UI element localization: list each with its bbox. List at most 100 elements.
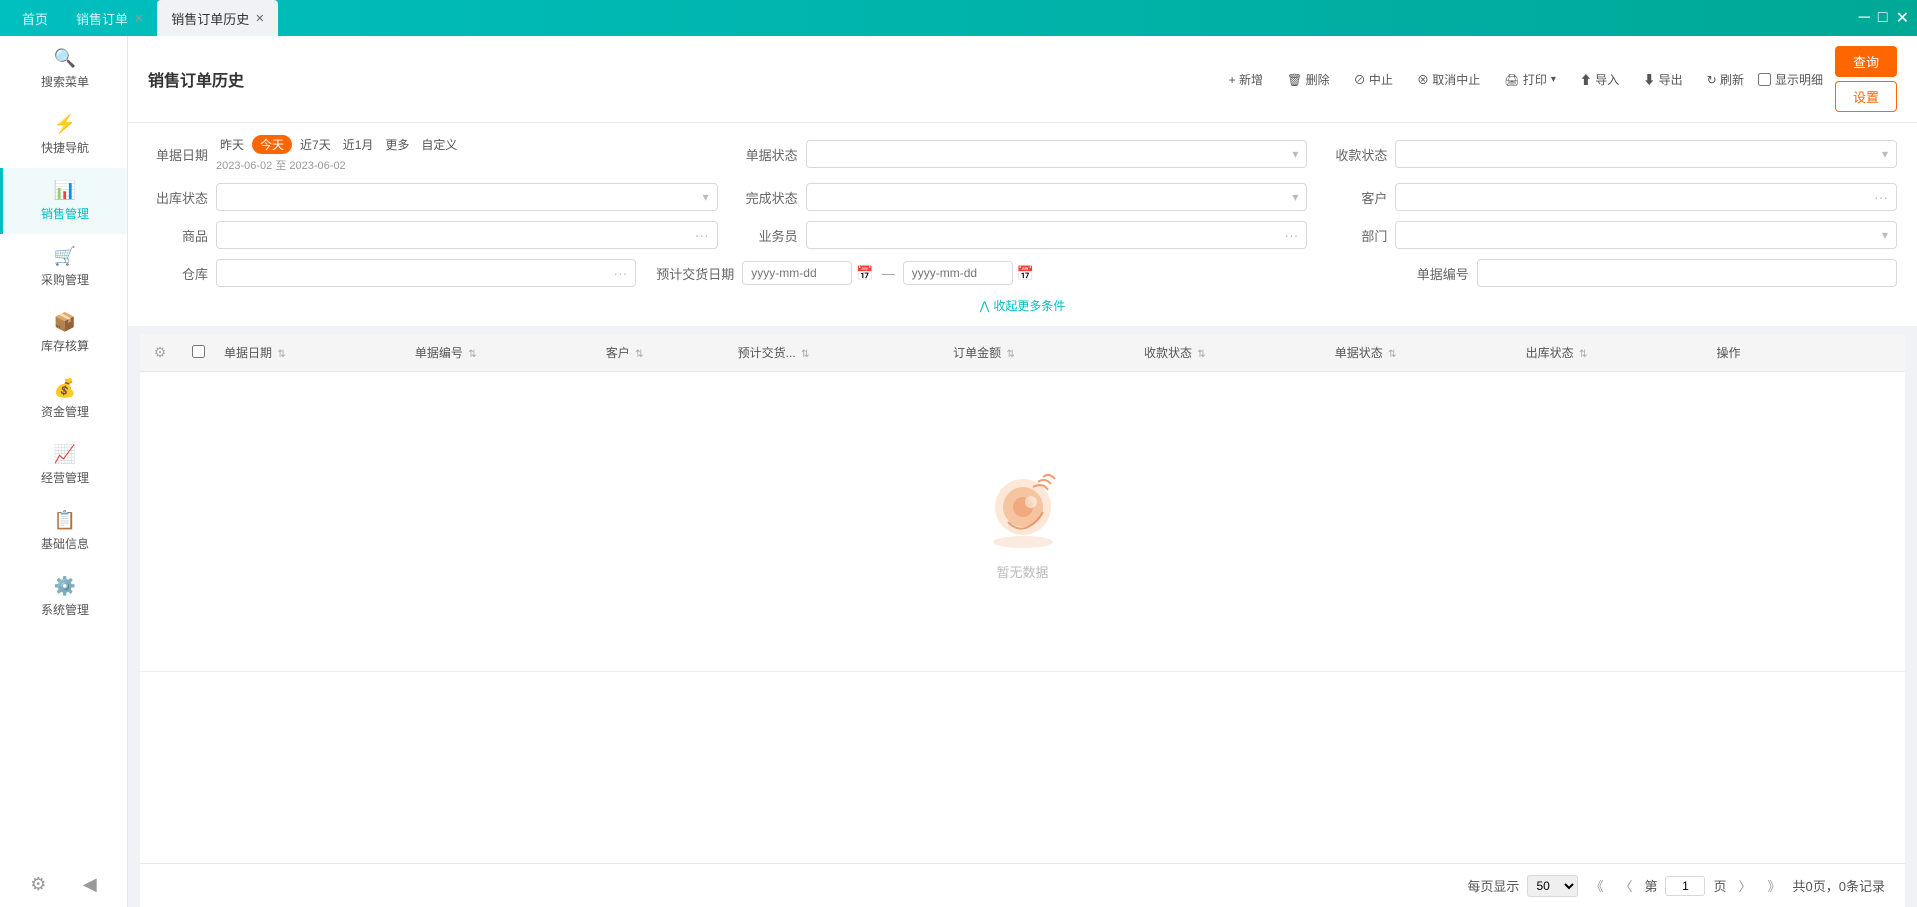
sort-date[interactable]: ⇅ xyxy=(277,349,285,360)
stop-button[interactable]: ⊘ 中止 xyxy=(1344,66,1403,93)
order-no-control[interactable] xyxy=(1477,259,1897,287)
date-7days[interactable]: 近7天 xyxy=(296,135,335,154)
settings-button[interactable]: 设置 xyxy=(1835,81,1897,112)
bill-status-control[interactable]: ▾ xyxy=(806,140,1308,168)
th-out-status: 出库状态 ⇅ xyxy=(1518,334,1709,372)
date-custom[interactable]: 自定义 xyxy=(417,135,461,154)
first-page-btn[interactable]: 《 xyxy=(1586,874,1607,897)
per-page-select[interactable]: 50 10 20 100 xyxy=(1527,875,1578,897)
query-button[interactable]: 查询 xyxy=(1835,46,1897,77)
table-header-row: ⚙ 单据日期 ⇅ 单据编号 ⇅ xyxy=(140,334,1905,372)
goods-label: 商品 xyxy=(148,226,208,245)
tab-home[interactable]: 首页 xyxy=(8,0,62,36)
export-button[interactable]: ⬇ 导出 xyxy=(1633,66,1692,93)
window-close-btn[interactable]: ✕ xyxy=(1896,8,1909,28)
calendar-to-icon[interactable]: 📅 xyxy=(1017,265,1034,282)
salesman-label: 业务员 xyxy=(738,226,798,245)
sidebar-item-system-mgmt[interactable]: ⚙️ 系统管理 xyxy=(0,564,127,630)
close-tab-sales-order-history[interactable]: ✕ xyxy=(255,12,264,25)
th-amount: 订单金额 ⇅ xyxy=(945,334,1136,372)
new-button[interactable]: + 新增 xyxy=(1219,66,1273,93)
table-container: ⚙ 单据日期 ⇅ 单据编号 ⇅ xyxy=(140,334,1905,863)
sidebar-item-basic-info[interactable]: 📋 基础信息 xyxy=(0,498,127,564)
sidebar-collapse-icon[interactable]: ◀ xyxy=(83,874,97,895)
sidebar-item-finance[interactable]: 💰 资金管理 xyxy=(0,366,127,432)
finance-icon: 💰 xyxy=(54,378,76,399)
date-yesterday[interactable]: 昨天 xyxy=(216,135,248,154)
empty-row: 暂无数据 xyxy=(140,372,1905,672)
minimize-btn[interactable]: ─ xyxy=(1859,9,1870,27)
warehouse-control[interactable]: ··· xyxy=(216,259,636,287)
filter-pay-status: 收款状态 ▾ xyxy=(1327,140,1897,168)
quick-nav-icon: ⚡ xyxy=(54,114,76,135)
sidebar-bottom: ⚙ ◀ xyxy=(0,862,127,907)
table-settings-gear[interactable]: ⚙ xyxy=(154,344,167,360)
date-more[interactable]: 更多 xyxy=(381,135,413,154)
filter-date: 单据日期 昨天 今天 近7天 近1月 更多 自定义 2023-06-02 xyxy=(148,135,718,173)
delivery-date-to[interactable] xyxy=(903,261,1013,285)
warehouse-label: 仓库 xyxy=(148,264,208,283)
customer-control[interactable]: ··· xyxy=(1395,183,1897,211)
display-checkbox[interactable] xyxy=(1758,73,1771,86)
date-range-buttons: 昨天 今天 近7天 近1月 更多 自定义 xyxy=(216,135,461,154)
sort-amount[interactable]: ⇅ xyxy=(1006,349,1014,360)
content-main: ⚙ 单据日期 ⇅ 单据编号 ⇅ xyxy=(128,326,1917,907)
dept-control[interactable]: ▾ xyxy=(1395,221,1897,249)
sidebar-item-purchase-mgmt[interactable]: 🛒 采购管理 xyxy=(0,234,127,300)
date-1month[interactable]: 近1月 xyxy=(339,135,378,154)
inventory-icon: 📦 xyxy=(54,312,76,333)
date-sub-range: 2023-06-02 至 2023-06-02 xyxy=(216,157,461,173)
close-tab-sales-order[interactable]: ✕ xyxy=(134,12,143,25)
complete-status-control[interactable]: ▾ xyxy=(806,183,1308,211)
refresh-button[interactable]: ↻ 刷新 xyxy=(1697,66,1754,93)
sidebar-item-operations[interactable]: 📈 经营管理 xyxy=(0,432,127,498)
filter-delivery-date: 预计交货日期 📅 — 📅 xyxy=(656,261,1388,285)
filter-dept: 部门 ▾ xyxy=(1327,221,1897,249)
page-input[interactable] xyxy=(1665,876,1705,896)
sort-pay-status[interactable]: ⇅ xyxy=(1197,349,1205,360)
filter-warehouse: 仓库 ··· xyxy=(148,259,636,287)
select-all-checkbox[interactable] xyxy=(192,345,205,358)
sidebar-item-quick-nav[interactable]: ⚡ 快捷导航 xyxy=(0,102,127,168)
filter-bill-status: 单据状态 ▾ xyxy=(738,140,1308,168)
th-no: 单据编号 ⇅ xyxy=(407,334,598,372)
sidebar-settings-icon[interactable]: ⚙ xyxy=(30,874,46,895)
th-checkbox xyxy=(180,334,216,372)
sort-out-status[interactable]: ⇅ xyxy=(1579,349,1587,360)
calendar-from-icon[interactable]: 📅 xyxy=(856,265,873,282)
sidebar-item-sales-mgmt[interactable]: 📊 销售管理 xyxy=(0,168,127,234)
sidebar-item-search-menu[interactable]: 🔍 搜索菜单 xyxy=(0,36,127,102)
print-button[interactable]: 🖨 打印 xyxy=(1494,66,1566,93)
sort-delivery[interactable]: ⇅ xyxy=(801,349,809,360)
sort-customer[interactable]: ⇅ xyxy=(635,349,643,360)
sort-no[interactable]: ⇅ xyxy=(468,349,476,360)
collapse-button[interactable]: ⋀ 收起更多条件 xyxy=(980,297,1066,314)
import-button[interactable]: ⬆ 导入 xyxy=(1570,66,1629,93)
sidebar-item-inventory[interactable]: 📦 库存核算 xyxy=(0,300,127,366)
out-status-arrow: ▾ xyxy=(703,190,709,204)
goods-control[interactable]: ··· xyxy=(216,221,718,249)
filter-row-1: 单据日期 昨天 今天 近7天 近1月 更多 自定义 2023-06-02 xyxy=(148,135,1897,173)
delete-button[interactable]: 🗑 删除 xyxy=(1277,66,1340,93)
data-table: ⚙ 单据日期 ⇅ 单据编号 ⇅ xyxy=(140,334,1905,672)
th-customer: 客户 ⇅ xyxy=(598,334,730,372)
basic-info-icon: 📋 xyxy=(54,510,76,531)
delivery-date-from[interactable] xyxy=(742,261,852,285)
salesman-control[interactable]: ··· xyxy=(806,221,1308,249)
toolbar: + 新增 🗑 删除 ⊘ 中止 ⊗ 取消中止 🖨 打印 ⬆ 导入 ⬇ 导出 ↻ 刷… xyxy=(1219,46,1897,112)
next-page-btn[interactable]: 〉 xyxy=(1735,874,1756,897)
out-status-control[interactable]: ▾ xyxy=(216,183,718,211)
tab-sales-order-history[interactable]: 销售订单历史 ✕ xyxy=(157,0,278,36)
tab-sales-order[interactable]: 销售订单 ✕ xyxy=(62,0,157,36)
filter-goods: 商品 ··· xyxy=(148,221,718,249)
pay-status-control[interactable]: ▾ xyxy=(1395,140,1897,168)
complete-status-arrow: ▾ xyxy=(1292,190,1298,204)
sort-bill-status[interactable]: ⇅ xyxy=(1388,349,1396,360)
prev-page-btn[interactable]: 〈 xyxy=(1615,874,1636,897)
last-page-btn[interactable]: 》 xyxy=(1764,874,1785,897)
date-today-active[interactable]: 今天 xyxy=(252,135,292,154)
cancel-stop-button[interactable]: ⊗ 取消中止 xyxy=(1407,66,1490,93)
maximize-btn[interactable]: □ xyxy=(1878,9,1888,27)
display-toggle: 显示明细 xyxy=(1758,71,1823,88)
th-delivery: 预计交货... ⇅ xyxy=(730,334,945,372)
